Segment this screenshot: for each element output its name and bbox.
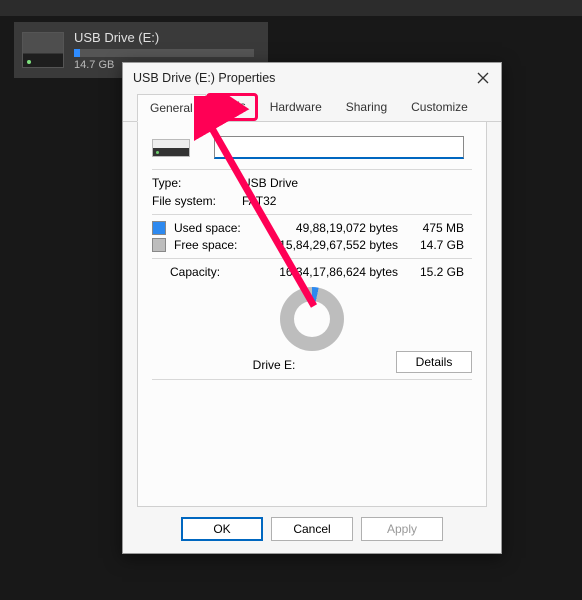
drive-icon [22,32,64,68]
explorer-toolbar [0,0,582,16]
free-human: 14.7 GB [412,238,472,252]
properties-dialog: USB Drive (E:) Properties General Tools … [122,62,502,554]
free-bytes: 15,84,29,67,552 bytes [268,238,406,252]
drive-chart-label: Drive E: [253,358,296,372]
type-label: Type: [152,176,242,190]
used-swatch [152,221,166,235]
ok-button[interactable]: OK [181,517,263,541]
drive-name-input[interactable] [214,136,464,159]
divider [152,214,472,215]
used-label: Used space: [174,221,262,235]
tab-sharing[interactable]: Sharing [334,94,399,122]
tabs: General Tools Hardware Sharing Customize [123,93,501,122]
close-icon[interactable] [471,66,495,90]
drive-tile-name: USB Drive (E:) [74,30,254,45]
free-swatch [152,238,166,252]
tab-hardware[interactable]: Hardware [258,94,334,122]
usage-donut [280,287,344,351]
used-bytes: 49,88,19,072 bytes [268,221,406,235]
used-human: 475 MB [412,221,472,235]
capacity-label: Capacity: [152,265,256,279]
drive-usage-bar [74,49,254,57]
fs-label: File system: [152,194,242,208]
drive-icon [152,139,190,157]
free-label: Free space: [174,238,262,252]
tab-customize[interactable]: Customize [399,94,480,122]
tab-panel-general: Type: USB Drive File system: FAT32 Used … [137,122,487,507]
divider [152,379,472,380]
divider [152,258,472,259]
dialog-title: USB Drive (E:) Properties [133,71,275,85]
capacity-human: 15.2 GB [412,265,472,279]
fs-value: FAT32 [242,194,472,208]
tab-tools[interactable]: Tools [206,93,258,121]
apply-button[interactable]: Apply [361,517,443,541]
details-button[interactable]: Details [396,351,472,373]
dialog-titlebar[interactable]: USB Drive (E:) Properties [123,63,501,93]
capacity-bytes: 16,34,17,86,624 bytes [262,265,406,279]
divider [152,169,472,170]
tab-general[interactable]: General [137,94,206,122]
cancel-button[interactable]: Cancel [271,517,353,541]
type-value: USB Drive [242,176,472,190]
